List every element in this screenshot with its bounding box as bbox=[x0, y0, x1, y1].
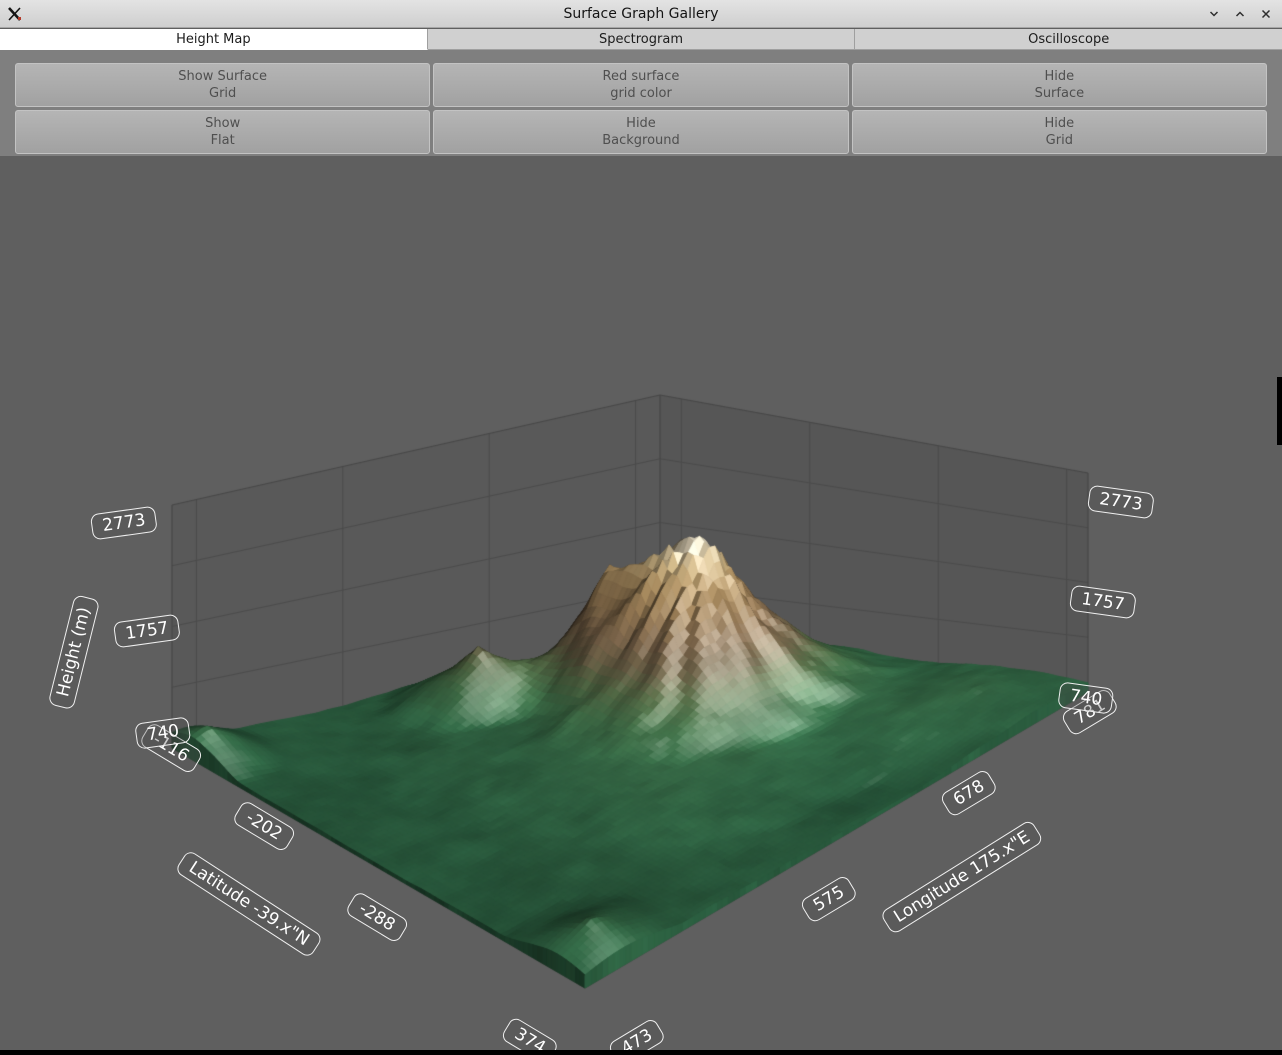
show-surface-grid-button[interactable]: Show Surface Grid bbox=[15, 63, 430, 107]
tab-height-map[interactable]: Height Map bbox=[0, 29, 428, 50]
button-label: Grid bbox=[209, 85, 236, 102]
button-label: Show bbox=[205, 115, 240, 132]
hide-background-button[interactable]: Hide Background bbox=[433, 110, 848, 154]
titlebar: Surface Graph Gallery bbox=[0, 0, 1282, 28]
button-label: grid color bbox=[610, 85, 672, 102]
button-label: Surface bbox=[1035, 85, 1085, 102]
close-icon bbox=[1259, 7, 1273, 21]
button-label: Hide bbox=[626, 115, 656, 132]
window-shade-button[interactable] bbox=[1205, 6, 1222, 23]
chevron-down-icon bbox=[1207, 7, 1221, 21]
window-controls bbox=[1205, 0, 1274, 28]
window-title: Surface Graph Gallery bbox=[0, 0, 1282, 28]
tab-oscilloscope[interactable]: Oscilloscope bbox=[855, 29, 1282, 50]
hide-surface-button[interactable]: Hide Surface bbox=[852, 63, 1267, 107]
red-surface-grid-color-button[interactable]: Red surface grid color bbox=[433, 63, 848, 107]
surface-3d-canvas[interactable] bbox=[0, 156, 1282, 1055]
button-label: Flat bbox=[211, 132, 235, 149]
button-label: Hide bbox=[1045, 115, 1075, 132]
button-label: Show Surface bbox=[178, 68, 267, 85]
chevron-up-icon bbox=[1233, 7, 1247, 21]
screen-edge-notch bbox=[1277, 377, 1282, 445]
app-window: Surface Graph Gallery Height Map Spectro… bbox=[0, 0, 1282, 1055]
tab-bar: Height Map Spectrogram Oscilloscope bbox=[0, 29, 1282, 50]
window-close-button[interactable] bbox=[1257, 6, 1274, 23]
button-label: Grid bbox=[1046, 132, 1073, 149]
button-label: Background bbox=[602, 132, 680, 149]
screen-edge-bottom bbox=[0, 1050, 1282, 1055]
show-flat-button[interactable]: Show Flat bbox=[15, 110, 430, 154]
control-panel: Show Surface Grid Red surface grid color… bbox=[0, 50, 1282, 156]
button-label: Hide bbox=[1045, 68, 1075, 85]
surface-plot-area: -116-202-288374Latitude -39.x"N781678575… bbox=[0, 156, 1282, 1055]
hide-grid-button[interactable]: Hide Grid bbox=[852, 110, 1267, 154]
window-maximize-button[interactable] bbox=[1231, 6, 1248, 23]
button-label: Red surface bbox=[603, 68, 680, 85]
tab-spectrogram[interactable]: Spectrogram bbox=[428, 29, 856, 50]
